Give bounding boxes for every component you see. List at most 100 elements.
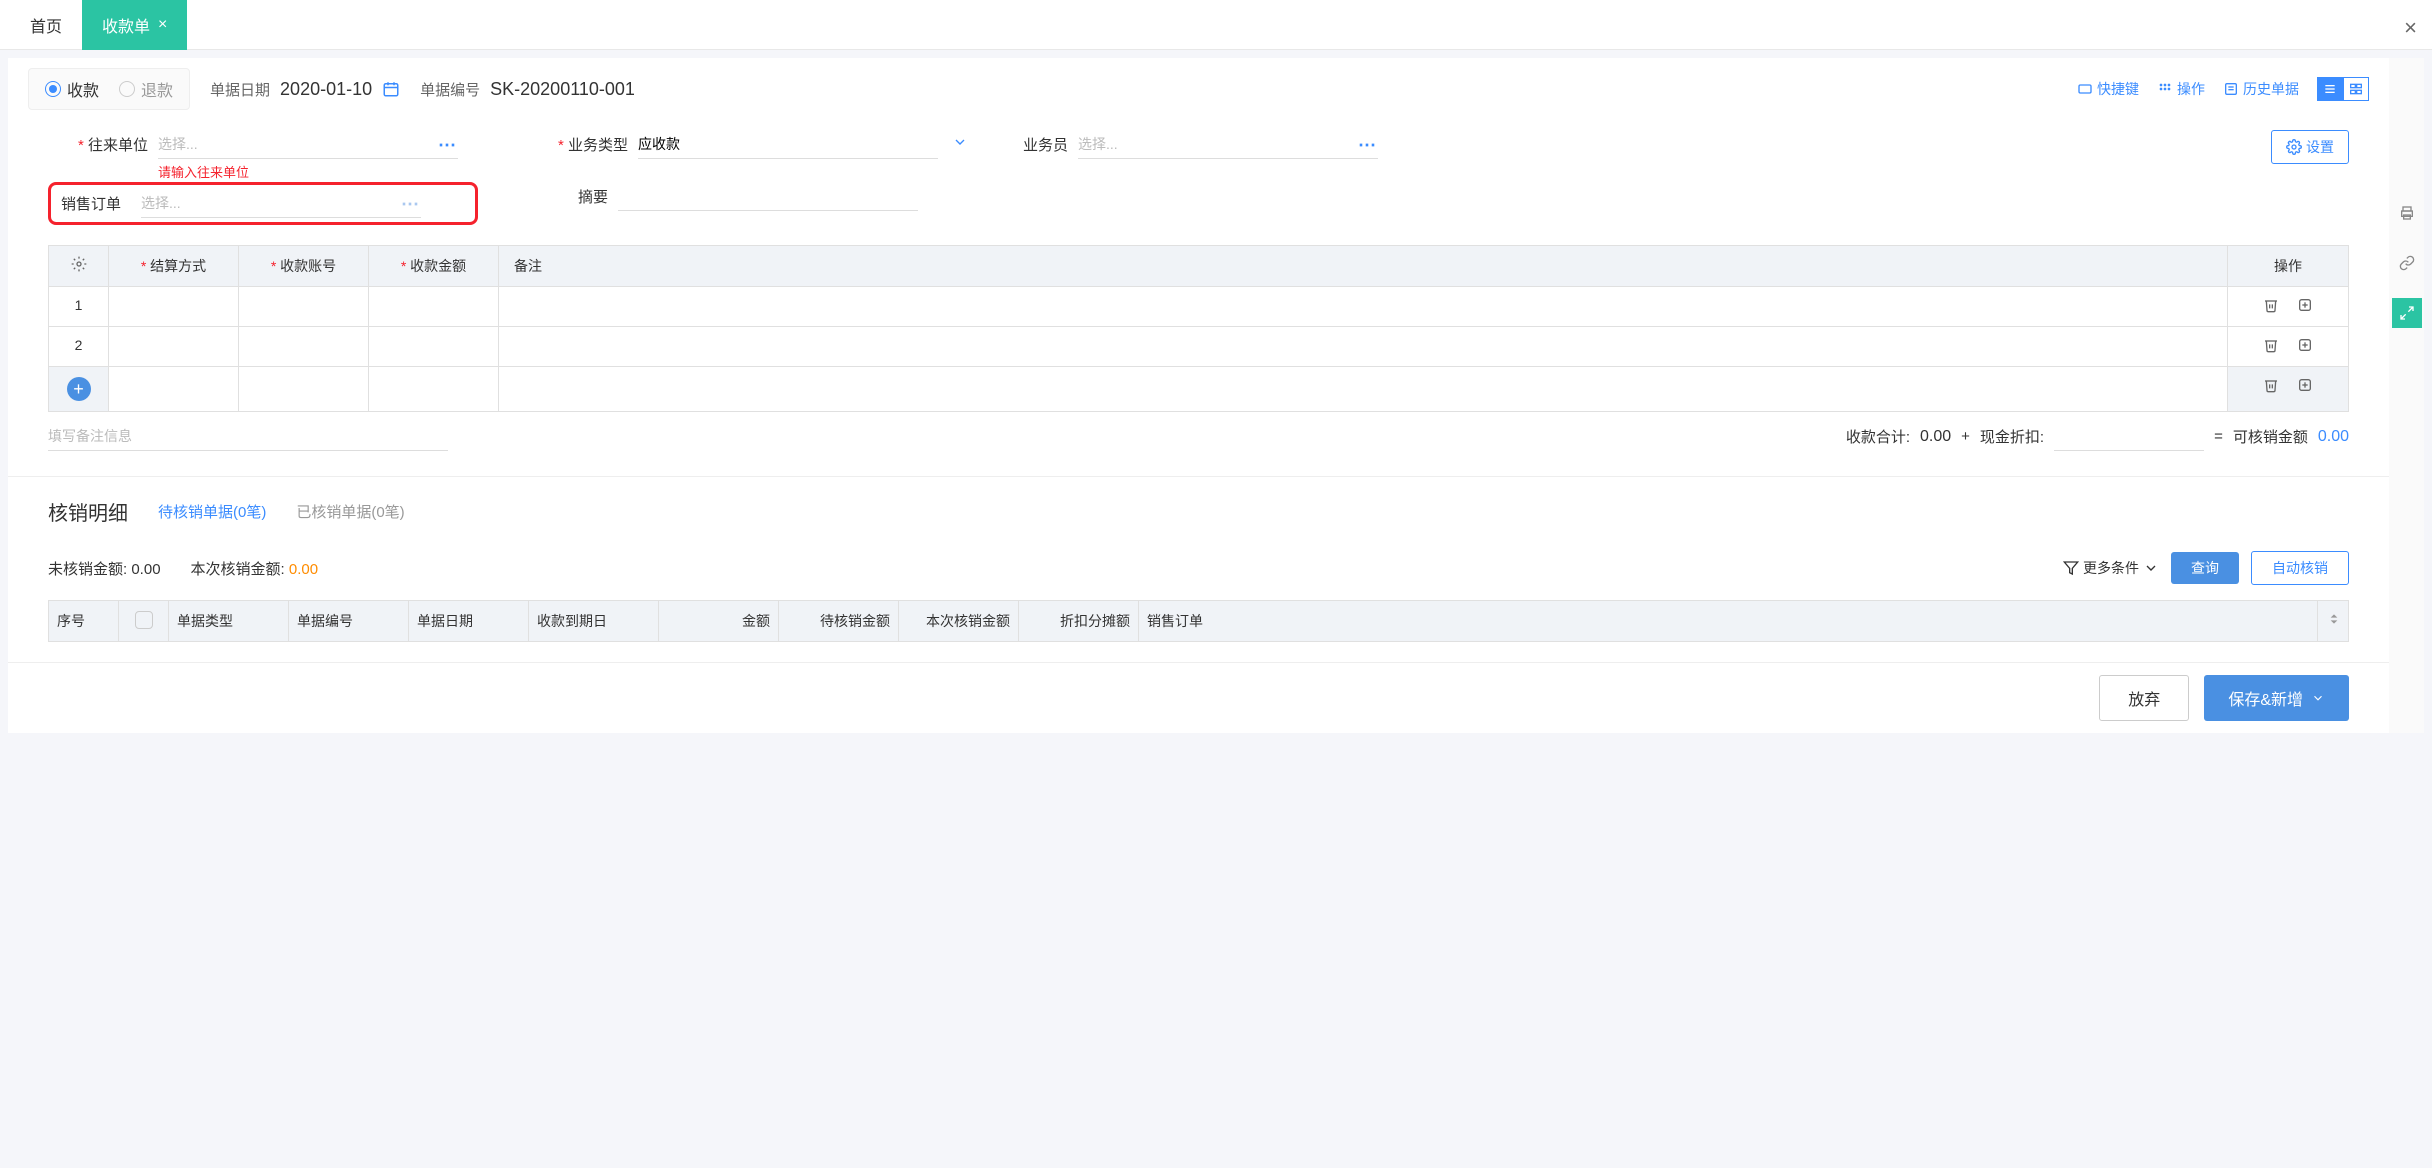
receipt-total-label: 收款合计: bbox=[1846, 426, 1910, 447]
close-icon[interactable]: × bbox=[2404, 15, 2417, 41]
add-row-button[interactable]: + bbox=[67, 377, 91, 401]
checkbox-icon[interactable] bbox=[135, 611, 153, 629]
add-row-icon[interactable] bbox=[2297, 337, 2313, 356]
filter-icon bbox=[2063, 560, 2079, 576]
salesperson-input[interactable] bbox=[1078, 130, 1378, 159]
operation-button[interactable]: 操作 bbox=[2157, 79, 2205, 99]
sales-order-input[interactable] bbox=[141, 189, 421, 218]
row-index: 1 bbox=[49, 287, 109, 326]
biztype-label: 业务类型 bbox=[528, 134, 628, 155]
print-tool-icon[interactable] bbox=[2392, 198, 2422, 228]
radio-refund-label: 退款 bbox=[141, 77, 173, 101]
col-method: 结算方式 bbox=[109, 246, 239, 286]
summary-input[interactable] bbox=[618, 182, 918, 211]
settings-button[interactable]: 设置 bbox=[2271, 130, 2349, 164]
radio-refund[interactable]: 退款 bbox=[119, 77, 173, 101]
date-label: 单据日期 bbox=[210, 79, 270, 100]
salesperson-more-icon[interactable]: ⋯ bbox=[1358, 141, 1377, 149]
cell-method[interactable] bbox=[109, 287, 239, 326]
col-checkbox[interactable] bbox=[119, 601, 169, 641]
cell-amount[interactable] bbox=[369, 327, 499, 366]
cash-discount-input[interactable] bbox=[2054, 423, 2204, 451]
view-card-button[interactable] bbox=[2343, 77, 2369, 101]
tab-bar: 首页 收款单 × × bbox=[0, 0, 2432, 50]
cell-method[interactable] bbox=[109, 327, 239, 366]
sort-icon[interactable] bbox=[2318, 601, 2348, 641]
radio-unchecked-icon bbox=[119, 81, 135, 97]
biztype-input[interactable] bbox=[638, 130, 938, 159]
add-row-icon[interactable] bbox=[2297, 377, 2313, 396]
date-value[interactable]: 2020-01-10 bbox=[280, 79, 372, 100]
tab-close-icon[interactable]: × bbox=[158, 16, 167, 34]
chevron-down-icon[interactable] bbox=[952, 134, 968, 155]
writeoff-amount-value: 0.00 bbox=[2318, 428, 2349, 446]
writeoff-grid: 序号 单据类型 单据编号 单据日期 收款到期日 金额 待核销金额 本次核销金额 … bbox=[48, 600, 2349, 642]
cell-remark[interactable] bbox=[499, 287, 2228, 326]
tab-pending-writeoff[interactable]: 待核销单据(0笔) bbox=[158, 501, 266, 522]
cell-account[interactable] bbox=[239, 287, 369, 326]
add-row-icon[interactable] bbox=[2297, 297, 2313, 316]
more-filter-button[interactable]: 更多条件 bbox=[2063, 558, 2159, 578]
receipt-type-radio-group: 收款 退款 bbox=[28, 68, 190, 110]
col-share: 折扣分摊额 bbox=[1019, 601, 1139, 641]
notes-input[interactable] bbox=[48, 422, 448, 451]
partner-input[interactable] bbox=[158, 130, 458, 159]
link-tool-icon[interactable] bbox=[2392, 248, 2422, 278]
partner-more-icon[interactable]: ⋯ bbox=[438, 141, 457, 149]
list-view-icon bbox=[2322, 81, 2338, 97]
col-num: 单据编号 bbox=[289, 601, 409, 641]
writeoff-amount-label: 可核销金额 bbox=[2233, 426, 2308, 447]
grid-row: 1 bbox=[48, 287, 2349, 327]
card-view-icon bbox=[2348, 81, 2364, 97]
number-label: 单据编号 bbox=[420, 79, 480, 100]
salesperson-label: 业务员 bbox=[1008, 134, 1068, 155]
cell-amount[interactable] bbox=[369, 287, 499, 326]
col-pending: 待核销金额 bbox=[779, 601, 899, 641]
radio-receipt[interactable]: 收款 bbox=[45, 77, 99, 101]
tab-home[interactable]: 首页 bbox=[10, 0, 82, 50]
query-button[interactable]: 查询 bbox=[2171, 552, 2239, 584]
grid-icon bbox=[2157, 81, 2173, 97]
plus-sign: + bbox=[1961, 428, 1970, 445]
sales-order-label: 销售订单 bbox=[61, 193, 141, 214]
delete-row-icon[interactable] bbox=[2263, 377, 2279, 396]
list-icon bbox=[2223, 81, 2239, 97]
tab-done-writeoff[interactable]: 已核销单据(0笔) bbox=[296, 501, 404, 522]
save-button[interactable]: 保存&新增 bbox=[2204, 675, 2349, 721]
shortcut-button[interactable]: 快捷键 bbox=[2077, 79, 2139, 99]
gear-icon bbox=[2286, 139, 2302, 155]
col-order: 销售订单 bbox=[1139, 601, 2318, 641]
delete-row-icon[interactable] bbox=[2263, 297, 2279, 316]
calendar-icon[interactable] bbox=[382, 80, 400, 98]
view-list-button[interactable] bbox=[2317, 77, 2343, 101]
cell-remark[interactable] bbox=[499, 327, 2228, 366]
cell-account[interactable] bbox=[239, 327, 369, 366]
payment-grid: 结算方式 收款账号 收款金额 备注 操作 1 2 bbox=[48, 245, 2349, 412]
grid-add-row: + bbox=[48, 367, 2349, 412]
partner-label: 往来单位 bbox=[48, 134, 148, 155]
radio-receipt-label: 收款 bbox=[67, 77, 99, 101]
row-index: 2 bbox=[49, 327, 109, 366]
tab-receipt[interactable]: 收款单 × bbox=[82, 0, 187, 50]
col-due: 收款到期日 bbox=[529, 601, 659, 641]
cash-discount-label: 现金折扣: bbox=[1980, 426, 2044, 447]
grid-settings-icon[interactable] bbox=[49, 246, 109, 286]
col-action: 操作 bbox=[2228, 246, 2348, 286]
this-writeoff-info: 本次核销金额: 0.00 bbox=[191, 558, 319, 579]
col-account: 收款账号 bbox=[239, 246, 369, 286]
number-value: SK-20200110-001 bbox=[490, 79, 635, 100]
history-button[interactable]: 历史单据 bbox=[2223, 79, 2299, 99]
side-toolbar bbox=[2389, 58, 2424, 733]
radio-checked-icon bbox=[45, 81, 61, 97]
col-amount: 收款金额 bbox=[369, 246, 499, 286]
auto-writeoff-button[interactable]: 自动核销 bbox=[2251, 551, 2349, 585]
chevron-down-icon bbox=[2311, 691, 2325, 705]
tab-receipt-label: 收款单 bbox=[102, 13, 150, 37]
chevron-down-icon bbox=[2143, 560, 2159, 576]
expand-tool-icon[interactable] bbox=[2392, 298, 2422, 328]
sales-order-more-icon[interactable]: ⋯ bbox=[401, 200, 420, 208]
col-date: 单据日期 bbox=[409, 601, 529, 641]
cancel-button[interactable]: 放弃 bbox=[2099, 675, 2189, 721]
delete-row-icon[interactable] bbox=[2263, 337, 2279, 356]
unwritten-info: 未核销金额: 0.00 bbox=[48, 558, 161, 579]
